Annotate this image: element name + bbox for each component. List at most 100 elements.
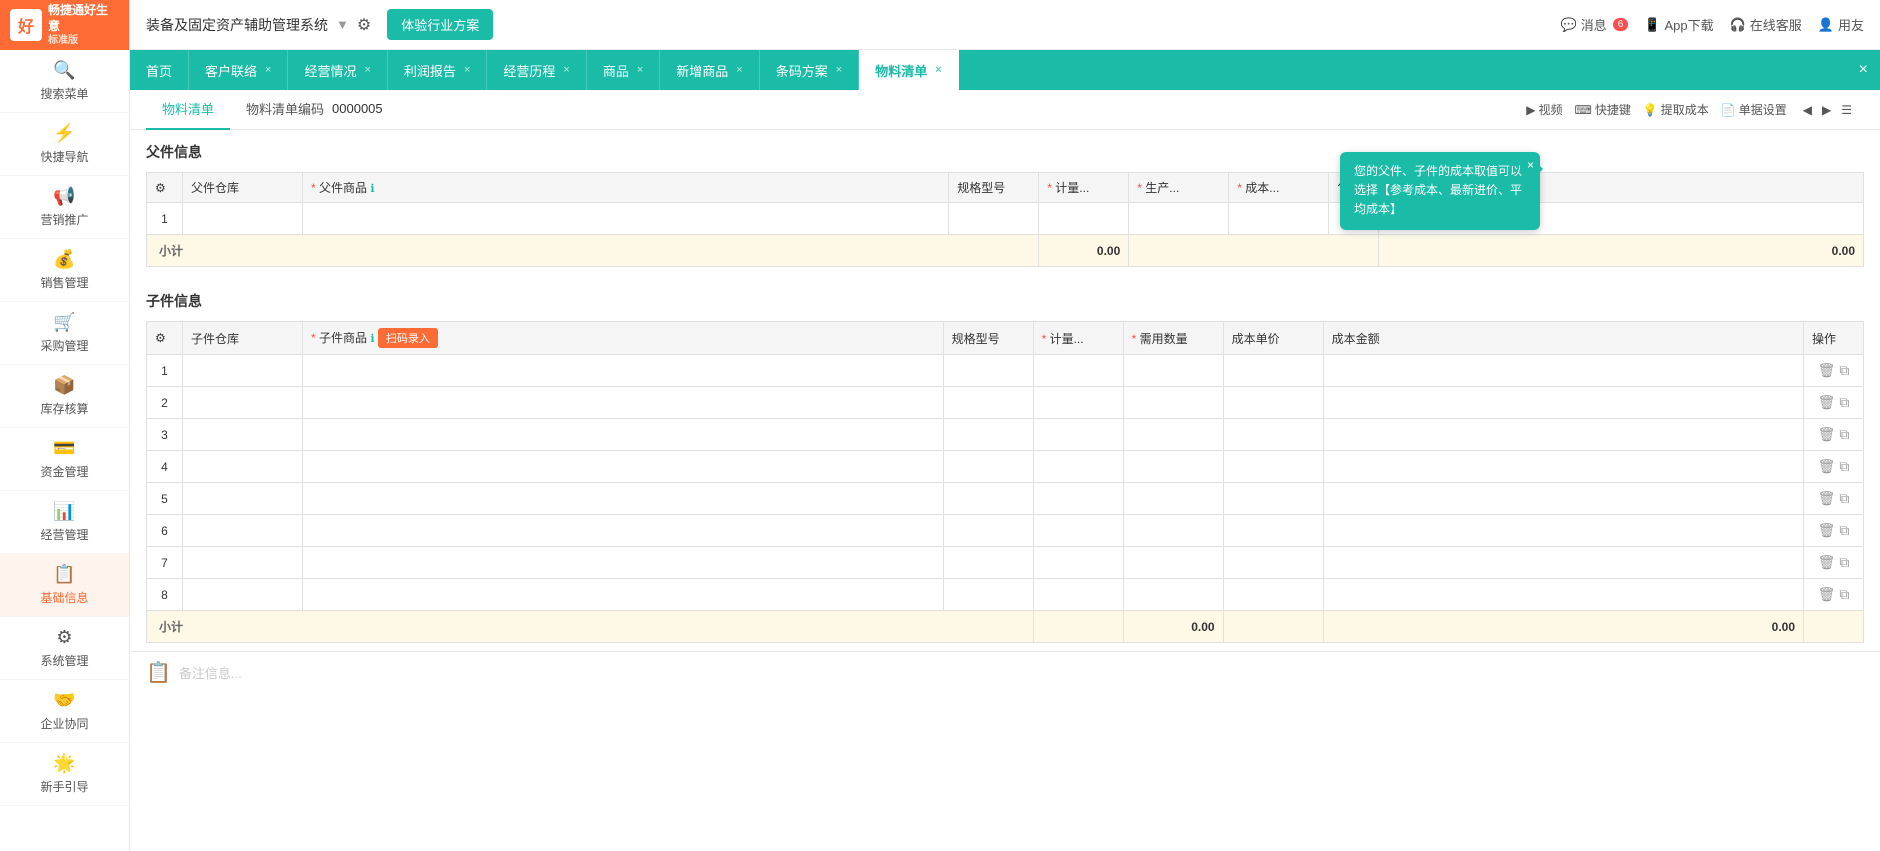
delete-btn[interactable]: 🗑: [1818, 426, 1836, 443]
child-spec-cell[interactable]: [943, 355, 1033, 387]
nav-right-arrow[interactable]: ▶: [1818, 101, 1835, 119]
child-unit-cell[interactable]: [1033, 355, 1123, 387]
child-col-settings[interactable]: ⚙: [147, 322, 183, 355]
delete-btn[interactable]: 🗑: [1818, 362, 1836, 379]
parent-goods-cell[interactable]: [303, 203, 949, 235]
child-unit-price-cell[interactable]: [1223, 483, 1323, 515]
nav-tab-close-profit[interactable]: ×: [464, 64, 470, 76]
child-goods-cell[interactable]: [303, 483, 944, 515]
child-unit-price-cell[interactable]: [1223, 579, 1323, 611]
child-qty-cell[interactable]: [1123, 483, 1223, 515]
sidebar-item-inventory[interactable]: 📦库存核算: [0, 365, 129, 428]
child-qty-cell[interactable]: [1123, 579, 1223, 611]
nav-tab-barcode[interactable]: 条码方案×: [760, 50, 859, 90]
child-warehouse-cell[interactable]: [183, 579, 303, 611]
child-unit-cell[interactable]: [1033, 515, 1123, 547]
child-amount-cell[interactable]: [1323, 451, 1803, 483]
child-goods-cell[interactable]: [303, 355, 944, 387]
copy-btn[interactable]: ⧉: [1839, 458, 1849, 475]
child-goods-cell[interactable]: [303, 419, 944, 451]
sidebar-item-guide[interactable]: 🌟新手引导: [0, 743, 129, 806]
sub-tab-bom-code[interactable]: 物料清单编码 0000005: [230, 90, 399, 130]
nav-tab-goods[interactable]: 商品×: [587, 50, 660, 90]
sidebar-item-marketing[interactable]: 📢营销推广: [0, 176, 129, 239]
child-spec-cell[interactable]: [943, 547, 1033, 579]
sub-tab-bom-list[interactable]: 物料清单: [146, 90, 230, 130]
doc-settings-item[interactable]: 📄 单据设置: [1721, 101, 1787, 118]
child-goods-cell[interactable]: [303, 547, 944, 579]
copy-btn[interactable]: ⧉: [1839, 554, 1849, 571]
copy-btn[interactable]: ⧉: [1839, 394, 1849, 411]
child-unit-price-cell[interactable]: [1223, 387, 1323, 419]
tooltip-close-icon[interactable]: ×: [1527, 156, 1534, 175]
nav-tab-bom[interactable]: 物料清单×: [859, 50, 958, 90]
parent-warehouse-cell[interactable]: [183, 203, 303, 235]
child-unit-cell[interactable]: [1033, 419, 1123, 451]
delete-btn[interactable]: 🗑: [1818, 522, 1836, 539]
child-goods-cell[interactable]: [303, 515, 944, 547]
nav-tab-operation[interactable]: 经营情况×: [288, 50, 387, 90]
sidebar-item-system[interactable]: ⚙系统管理: [0, 617, 129, 680]
sidebar-item-purchase[interactable]: 🛒采购管理: [0, 302, 129, 365]
nav-menu-arrow[interactable]: ☰: [1837, 101, 1856, 119]
child-warehouse-cell[interactable]: [183, 419, 303, 451]
child-unit-price-cell[interactable]: [1223, 547, 1323, 579]
shortcut-item[interactable]: ⌨ 快捷键: [1574, 101, 1630, 118]
child-spec-cell[interactable]: [943, 579, 1033, 611]
parent-col-settings[interactable]: ⚙: [147, 173, 183, 203]
app-download-item[interactable]: 📱 App下载: [1644, 15, 1713, 34]
child-unit-cell[interactable]: [1033, 547, 1123, 579]
nav-left-arrow[interactable]: ◀: [1799, 101, 1816, 119]
sidebar-item-enterprise[interactable]: 🤝企业协同: [0, 680, 129, 743]
parent-spec-cell[interactable]: [949, 203, 1039, 235]
scan-button[interactable]: 扫码录入: [378, 328, 438, 348]
child-amount-cell[interactable]: [1323, 579, 1803, 611]
system-title-arrow[interactable]: ▼: [336, 17, 349, 32]
child-amount-cell[interactable]: [1323, 515, 1803, 547]
copy-btn[interactable]: ⧉: [1839, 490, 1849, 507]
child-spec-cell[interactable]: [943, 483, 1033, 515]
cost-item[interactable]: 💡 提取成本: [1643, 101, 1709, 118]
child-qty-cell[interactable]: [1123, 547, 1223, 579]
child-unit-price-cell[interactable]: [1223, 355, 1323, 387]
child-qty-cell[interactable]: [1123, 515, 1223, 547]
sidebar-item-finance[interactable]: 💳资金管理: [0, 428, 129, 491]
child-unit-price-cell[interactable]: [1223, 419, 1323, 451]
sidebar-item-search[interactable]: 🔍搜索菜单: [0, 50, 129, 113]
child-qty-cell[interactable]: [1123, 355, 1223, 387]
child-spec-cell[interactable]: [943, 451, 1033, 483]
nav-tab-customer[interactable]: 客户联络×: [189, 50, 288, 90]
nav-tab-close-history[interactable]: ×: [563, 64, 569, 76]
child-unit-price-cell[interactable]: [1223, 515, 1323, 547]
child-unit-price-cell[interactable]: [1223, 451, 1323, 483]
nav-tab-profit[interactable]: 利润报告×: [388, 50, 487, 90]
child-goods-cell[interactable]: [303, 387, 944, 419]
message-item[interactable]: 💬 消息 6: [1561, 15, 1629, 34]
copy-btn[interactable]: ⧉: [1839, 426, 1849, 443]
parent-production-cell[interactable]: [1129, 203, 1229, 235]
child-spec-cell[interactable]: [943, 387, 1033, 419]
child-spec-cell[interactable]: [943, 515, 1033, 547]
child-warehouse-cell[interactable]: [183, 515, 303, 547]
child-qty-cell[interactable]: [1123, 387, 1223, 419]
child-warehouse-cell[interactable]: [183, 355, 303, 387]
sidebar-item-basic_info[interactable]: 📋基础信息: [0, 554, 129, 617]
child-amount-cell[interactable]: [1323, 483, 1803, 515]
child-amount-cell[interactable]: [1323, 355, 1803, 387]
nav-tab-close-barcode[interactable]: ×: [836, 64, 842, 76]
child-warehouse-cell[interactable]: [183, 451, 303, 483]
child-warehouse-cell[interactable]: [183, 387, 303, 419]
delete-btn[interactable]: 🗑: [1818, 394, 1836, 411]
parent-cost-cell[interactable]: [1229, 203, 1329, 235]
child-goods-cell[interactable]: [303, 451, 944, 483]
nav-tab-close-new_goods[interactable]: ×: [736, 64, 742, 76]
child-unit-cell[interactable]: [1033, 451, 1123, 483]
child-amount-cell[interactable]: [1323, 547, 1803, 579]
trial-button[interactable]: 体验行业方案: [387, 9, 493, 40]
parent-unit-cell[interactable]: [1039, 203, 1129, 235]
child-amount-cell[interactable]: [1323, 419, 1803, 451]
nav-tab-new_goods[interactable]: 新增商品×: [660, 50, 759, 90]
settings-icon[interactable]: ⚙: [357, 15, 371, 35]
online-service-item[interactable]: 🎧 在线客服: [1730, 15, 1802, 34]
child-warehouse-cell[interactable]: [183, 547, 303, 579]
